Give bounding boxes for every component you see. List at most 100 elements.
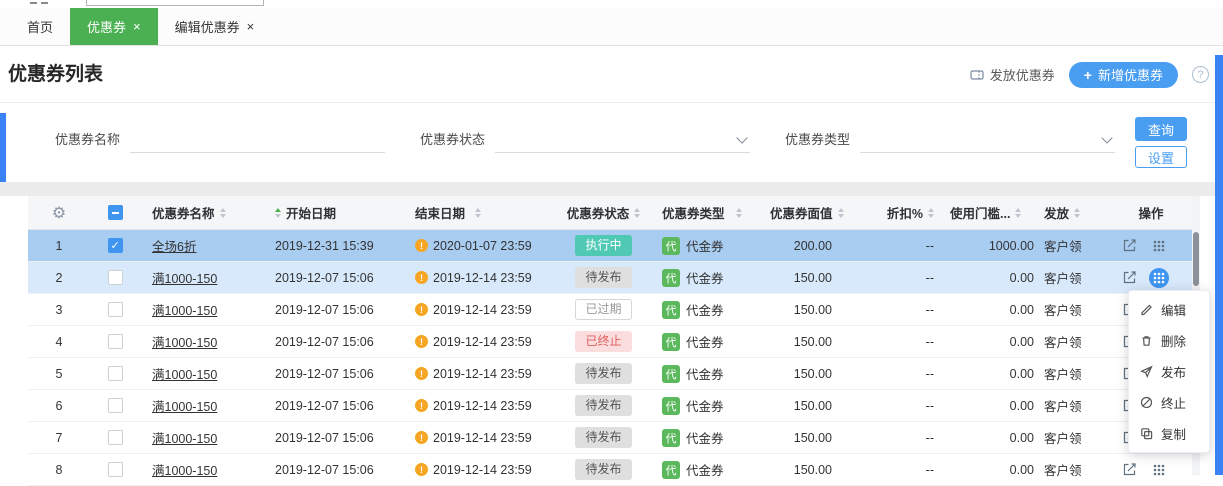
menu-item-terminate[interactable]: 终止 bbox=[1129, 387, 1209, 418]
table-row[interactable]: 3 满1000-150 2019-12-07 15:06 ! 2019-12-1… bbox=[28, 294, 1200, 326]
gear-icon[interactable]: ⚙ bbox=[52, 203, 66, 223]
column-settings[interactable]: ⚙ bbox=[28, 203, 90, 223]
discount-percent: -- bbox=[925, 334, 934, 349]
column-header-threshold[interactable]: 使用门槛... bbox=[944, 203, 1042, 222]
end-date: 2019-12-14 23:59 bbox=[433, 270, 532, 285]
face-value: 150.00 bbox=[793, 302, 832, 317]
coupon-name-link[interactable]: 满1000-150 bbox=[152, 396, 217, 415]
table-row[interactable]: 2 满1000-150 2019-12-07 15:06 ! 2019-12-1… bbox=[28, 262, 1200, 294]
table-row[interactable]: 8 满1000-150 2019-12-07 15:06 ! 2019-12-1… bbox=[28, 454, 1200, 486]
table-row[interactable]: 4 满1000-150 2019-12-07 15:06 ! 2019-12-1… bbox=[28, 326, 1200, 358]
column-header-discount[interactable]: 折扣% bbox=[846, 203, 944, 222]
sort-icon[interactable] bbox=[1074, 207, 1081, 218]
coupon-name-link[interactable]: 满1000-150 bbox=[152, 428, 217, 447]
row-checkbox[interactable] bbox=[107, 270, 123, 285]
end-date-cell: ! 2019-12-14 23:59 bbox=[415, 303, 555, 317]
table-row[interactable]: 1 全场6折 2019-12-31 15:39 ! 2020-01-07 23:… bbox=[28, 230, 1200, 262]
row-checkbox[interactable] bbox=[107, 302, 123, 317]
face-value: 150.00 bbox=[793, 334, 832, 349]
row-checkbox-cell bbox=[90, 398, 140, 413]
edit-share-icon[interactable] bbox=[1122, 270, 1137, 285]
column-header-type[interactable]: 优惠券类型 bbox=[652, 203, 764, 222]
sort-icon[interactable] bbox=[928, 207, 934, 218]
column-header-face-value[interactable]: 优惠券面值 bbox=[764, 203, 846, 222]
sort-icon[interactable] bbox=[837, 207, 844, 218]
coupon-name-link[interactable]: 全场6折 bbox=[152, 236, 196, 255]
discount-percent: -- bbox=[925, 270, 934, 285]
scrollbar-thumb[interactable] bbox=[1193, 232, 1199, 286]
start-date: 2019-12-07 15:06 bbox=[275, 398, 374, 413]
status-badge: 待发布 bbox=[575, 427, 632, 448]
edit-share-icon[interactable] bbox=[1122, 238, 1137, 253]
coupon-status-select[interactable] bbox=[495, 127, 751, 153]
menu-item-delete[interactable]: 删除 bbox=[1129, 325, 1209, 356]
type-label: 代金券 bbox=[686, 464, 724, 478]
select-all-checkbox[interactable] bbox=[107, 205, 123, 220]
column-header-dispatch[interactable]: 发放 bbox=[1042, 203, 1110, 222]
column-header-end-date[interactable]: 结束日期 bbox=[415, 203, 555, 222]
coupon-name-link[interactable]: 满1000-150 bbox=[152, 300, 217, 319]
tab-home[interactable]: 首页 bbox=[10, 8, 70, 45]
sort-icon[interactable] bbox=[475, 207, 482, 218]
usage-threshold: 0.00 bbox=[1009, 334, 1034, 349]
status-cell: 待发布 bbox=[555, 459, 652, 480]
discount-percent: -- bbox=[925, 238, 934, 253]
menu-item-publish[interactable]: 发布 bbox=[1129, 356, 1209, 387]
close-icon[interactable]: × bbox=[247, 20, 255, 33]
column-header-start-date[interactable]: 开始日期 bbox=[275, 203, 415, 222]
coupon-name-link[interactable]: 满1000-150 bbox=[152, 268, 217, 287]
close-icon[interactable]: × bbox=[133, 20, 141, 33]
sort-icon[interactable] bbox=[219, 207, 226, 218]
table-row[interactable]: 6 满1000-150 2019-12-07 15:06 ! 2019-12-1… bbox=[28, 390, 1200, 422]
discount-percent: -- bbox=[925, 430, 934, 445]
more-actions-icon[interactable] bbox=[1149, 460, 1169, 480]
row-checkbox[interactable] bbox=[107, 366, 123, 381]
row-index: 6 bbox=[55, 398, 63, 413]
column-header-coupon-name[interactable]: 优惠券名称 bbox=[140, 203, 275, 222]
row-checkbox[interactable] bbox=[107, 398, 123, 413]
row-checkbox[interactable] bbox=[107, 238, 123, 253]
coupon-name-cell: 满1000-150 bbox=[140, 268, 275, 287]
row-checkbox[interactable] bbox=[107, 334, 123, 349]
row-checkbox[interactable] bbox=[107, 430, 123, 445]
query-button[interactable]: 查询 bbox=[1135, 117, 1187, 141]
sort-icon[interactable] bbox=[275, 207, 281, 218]
type-label: 代金券 bbox=[686, 272, 724, 286]
coupon-name-link[interactable]: 满1000-150 bbox=[152, 460, 217, 479]
expiry-warning-icon: ! bbox=[415, 431, 428, 444]
end-date-cell: ! 2020-01-07 23:59 bbox=[415, 239, 555, 253]
coupon-name-link[interactable]: 满1000-150 bbox=[152, 364, 217, 383]
tab-coupon[interactable]: 优惠券 × bbox=[70, 8, 158, 45]
right-edge-scrollbar[interactable] bbox=[1215, 55, 1223, 475]
help-icon[interactable]: ? bbox=[1192, 66, 1209, 83]
start-date: 2019-12-07 15:06 bbox=[275, 334, 374, 349]
column-header-status[interactable]: 优惠券状态 bbox=[555, 203, 652, 222]
coupon-name-link[interactable]: 满1000-150 bbox=[152, 332, 217, 351]
column-label: 折扣% bbox=[886, 207, 923, 221]
sort-icon[interactable] bbox=[1015, 207, 1022, 218]
sort-icon[interactable] bbox=[735, 207, 742, 218]
voucher-type-icon: 代 bbox=[662, 268, 680, 287]
menu-item-edit[interactable]: 编辑 bbox=[1129, 294, 1209, 325]
send-icon bbox=[1140, 365, 1153, 378]
settings-button[interactable]: 设置 bbox=[1135, 146, 1187, 168]
distribute-coupon-link[interactable]: 发放优惠券 bbox=[970, 65, 1055, 84]
status-cell: 已终止 bbox=[555, 331, 652, 352]
sort-icon[interactable] bbox=[634, 207, 641, 218]
more-actions-icon[interactable] bbox=[1149, 267, 1169, 288]
menu-item-copy[interactable]: 复制 bbox=[1129, 418, 1209, 449]
more-actions-icon[interactable] bbox=[1149, 236, 1169, 256]
row-index: 4 bbox=[55, 334, 63, 349]
table-row[interactable]: 5 满1000-150 2019-12-07 15:06 ! 2019-12-1… bbox=[28, 358, 1200, 390]
coupon-name-cell: 满1000-150 bbox=[140, 300, 275, 319]
tab-label: 首页 bbox=[27, 20, 54, 35]
row-index: 7 bbox=[55, 430, 63, 445]
copy-icon bbox=[1141, 428, 1153, 440]
coupon-type-select[interactable] bbox=[860, 127, 1116, 153]
coupon-name-input[interactable] bbox=[130, 127, 386, 153]
table-row[interactable]: 7 满1000-150 2019-12-07 15:06 ! 2019-12-1… bbox=[28, 422, 1200, 454]
row-index: 5 bbox=[55, 366, 63, 381]
tab-edit-coupon[interactable]: 编辑优惠券 × bbox=[158, 8, 272, 45]
add-coupon-button[interactable]: + 新增优惠券 bbox=[1068, 61, 1178, 88]
status-badge: 已过期 bbox=[575, 299, 632, 320]
